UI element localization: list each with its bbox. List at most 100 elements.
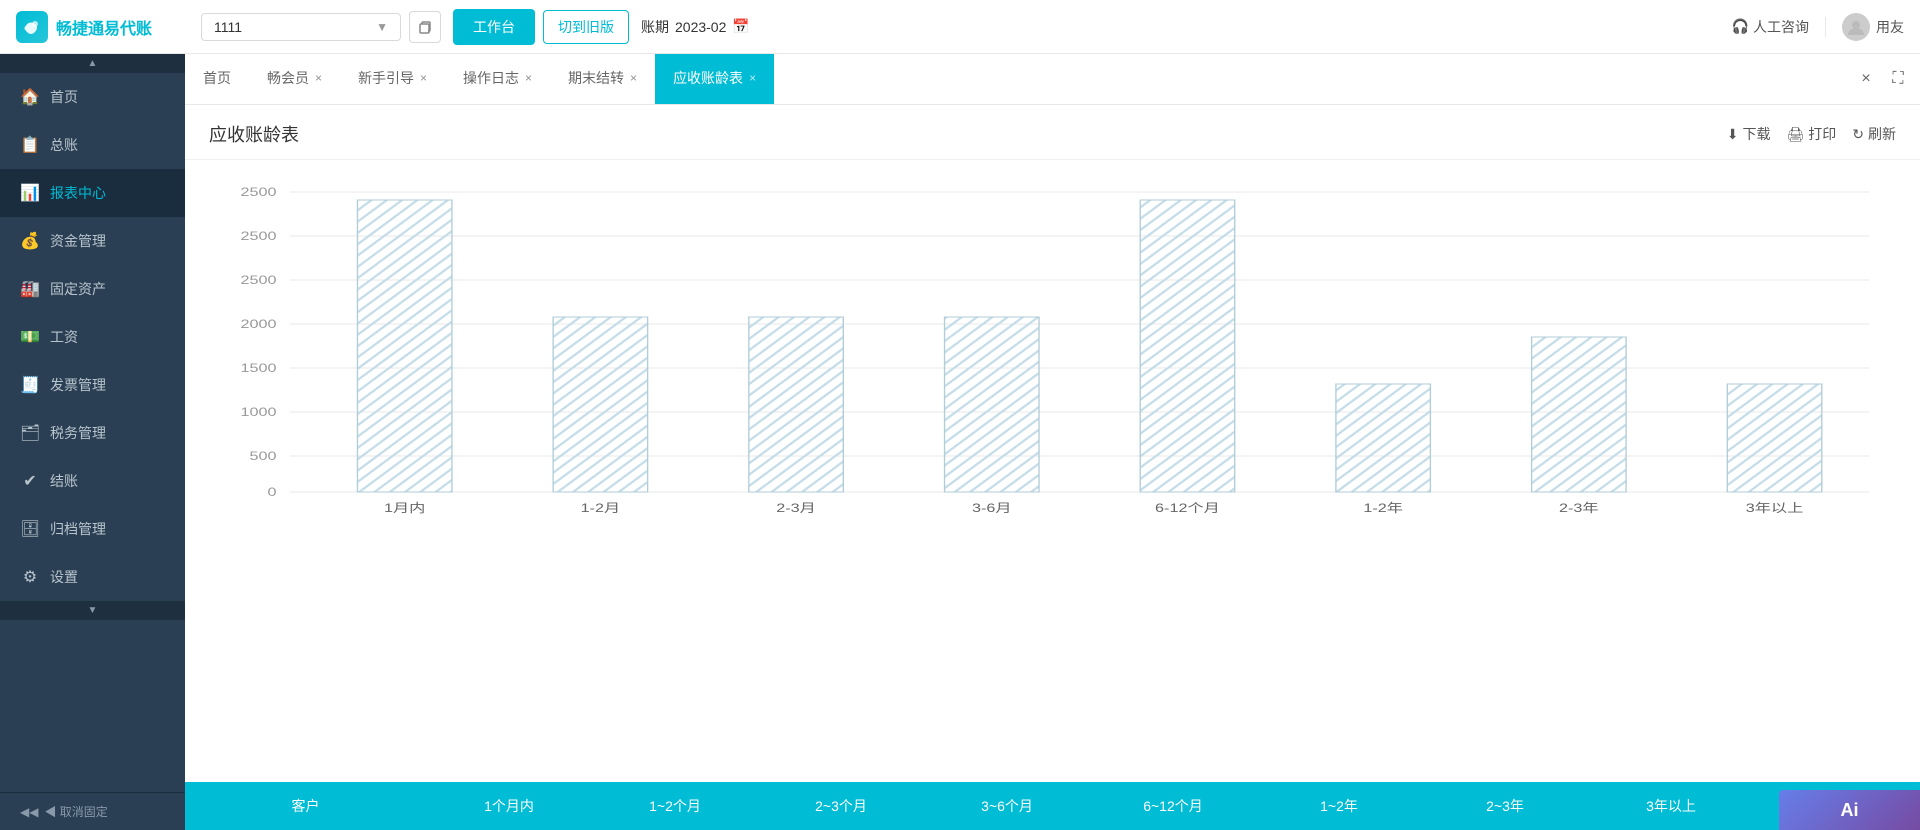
window-expand-button[interactable]: ⛶	[1884, 65, 1912, 93]
table-col-2-3y: 2~3年	[1422, 796, 1588, 816]
table-col-customer: 客户	[185, 796, 426, 816]
ledger-icon: 📋	[20, 135, 40, 155]
page-title: 应收账龄表	[209, 121, 299, 147]
tab-member[interactable]: 畅会员 ×	[249, 54, 340, 104]
sidebar-label-home: 首页	[50, 87, 78, 107]
period-value: 2023-02	[675, 19, 726, 35]
consultation-label: 人工咨询	[1753, 17, 1809, 37]
sidebar-item-ledger[interactable]: 📋 总账	[0, 121, 185, 169]
table-header: 客户 1个月内 1~2个月 2~3个月 3~6个月 6~12个月 1~2年 2~…	[185, 782, 1920, 830]
sidebar-item-payroll[interactable]: 💵 工资	[0, 313, 185, 361]
svg-text:3-6月: 3-6月	[972, 502, 1012, 515]
tab-guide[interactable]: 新手引导 ×	[340, 54, 445, 104]
content-area: 首页 畅会员 × 新手引导 × 操作日志 × 期末结转 × 应收账龄表 ×	[185, 54, 1920, 830]
copy-button[interactable]	[409, 11, 441, 43]
table-col-6-12m: 6~12个月	[1090, 796, 1256, 816]
company-name: 1111	[214, 19, 368, 35]
archive-icon: 🗄	[20, 519, 40, 539]
sidebar-item-tax[interactable]: 🗂 税务管理	[0, 409, 185, 457]
home-icon: 🏠	[20, 87, 40, 107]
tab-home-label: 首页	[203, 68, 231, 88]
sidebar-item-closing[interactable]: ✔ 结账	[0, 457, 185, 505]
table-col-3-6m: 3~6个月	[924, 796, 1090, 816]
sidebar-item-reports[interactable]: 📊 报表中心	[0, 169, 185, 217]
company-selector[interactable]: 1111 ▼	[201, 13, 401, 41]
page-content: 应收账龄表 ⬇ 下载 🖨 打印 ↻ 刷新	[185, 105, 1920, 830]
chart-container: 2500 2500 2500 2000 1500 1000 500 0	[185, 160, 1920, 782]
table-col-1-2y: 1~2年	[1256, 796, 1422, 816]
sidebar-item-funds[interactable]: 💰 资金管理	[0, 217, 185, 265]
svg-text:2000: 2000	[240, 318, 276, 331]
avatar	[1842, 13, 1870, 41]
ai-badge[interactable]: Ai	[1779, 790, 1920, 830]
svg-text:1-2年: 1-2年	[1363, 501, 1403, 515]
logo-area: 畅捷通易代账	[16, 11, 201, 43]
tabs-bar: 首页 畅会员 × 新手引导 × 操作日志 × 期末结转 × 应收账龄表 ×	[185, 54, 1920, 105]
sidebar-item-archive[interactable]: 🗄 归档管理	[0, 505, 185, 553]
refresh-button[interactable]: ↻ 刷新	[1852, 124, 1896, 144]
table-col-1m: 1个月内	[426, 796, 592, 816]
divider	[1825, 17, 1826, 37]
print-button[interactable]: 🖨 打印	[1786, 124, 1836, 144]
tabs-actions: × ⛶	[1852, 65, 1920, 93]
print-label: 打印	[1808, 124, 1836, 144]
tab-member-close[interactable]: ×	[315, 72, 322, 84]
invoices-icon: 🧾	[20, 375, 40, 395]
sidebar-scroll-down[interactable]: ▼	[0, 601, 185, 620]
logo-text: 畅捷通易代账	[56, 15, 152, 39]
download-icon: ⬇	[1727, 126, 1739, 143]
table-col-2-3m: 2~3个月	[758, 796, 924, 816]
tab-period-end[interactable]: 期末结转 ×	[550, 54, 655, 104]
table-col-1-2m: 1~2个月	[592, 796, 758, 816]
sidebar-item-invoices[interactable]: 🧾 发票管理	[0, 361, 185, 409]
tab-oplog-close[interactable]: ×	[525, 72, 532, 84]
settings-icon: ⚙	[20, 567, 40, 587]
svg-text:0: 0	[267, 486, 276, 499]
tab-home[interactable]: 首页	[185, 54, 249, 104]
chevron-down-icon: ▼	[376, 20, 388, 34]
download-label: 下载	[1742, 124, 1770, 144]
download-button[interactable]: ⬇ 下载	[1727, 124, 1771, 144]
tab-aging[interactable]: 应收账龄表 ×	[655, 54, 774, 104]
cancel-fixed-button[interactable]: ◀◀ ◀ 取消固定	[0, 792, 185, 830]
refresh-icon: ↻	[1852, 126, 1864, 143]
sidebar-item-settings[interactable]: ⚙ 设置	[0, 553, 185, 601]
tab-guide-close[interactable]: ×	[420, 72, 427, 84]
tax-icon: 🗂	[20, 423, 40, 443]
sidebar-item-home[interactable]: 🏠 首页	[0, 73, 185, 121]
workbench-button[interactable]: 工作台	[453, 9, 535, 45]
sidebar: ▲ 🏠 首页 📋 总账 📊 报表中心 💰 资金管理 🏭 固定资产 💵 工资 🧾 …	[0, 54, 185, 830]
svg-text:6-12个月: 6-12个月	[1155, 501, 1220, 515]
table-col-3y-plus: 3年以上	[1588, 796, 1754, 816]
period-label: 账期	[641, 17, 669, 37]
sidebar-label-settings: 设置	[50, 567, 78, 587]
top-header: 畅捷通易代账 1111 ▼ 工作台 切到旧版 账期 2023-02 📅 🎧 人工…	[0, 0, 1920, 54]
sidebar-item-assets[interactable]: 🏭 固定资产	[0, 265, 185, 313]
user-info[interactable]: 用友	[1842, 13, 1904, 41]
page-header: 应收账龄表 ⬇ 下载 🖨 打印 ↻ 刷新	[185, 105, 1920, 160]
svg-text:2500: 2500	[240, 274, 276, 287]
tab-member-label: 畅会员	[267, 68, 309, 88]
funds-icon: 💰	[20, 231, 40, 251]
cancel-fixed-label: ◀ 取消固定	[44, 803, 107, 820]
window-close-button[interactable]: ×	[1852, 65, 1880, 93]
tab-guide-label: 新手引导	[358, 68, 414, 88]
user-name: 用友	[1876, 17, 1904, 37]
svg-text:2-3年: 2-3年	[1559, 501, 1599, 515]
sidebar-label-tax: 税务管理	[50, 423, 106, 443]
sidebar-label-closing: 结账	[50, 471, 78, 491]
aging-chart: 2500 2500 2500 2000 1500 1000 500 0	[209, 172, 1896, 532]
calendar-icon[interactable]: 📅	[732, 18, 749, 35]
refresh-label: 刷新	[1868, 124, 1896, 144]
svg-text:3年以上: 3年以上	[1746, 501, 1804, 515]
svg-text:500: 500	[249, 450, 276, 463]
consultation-link[interactable]: 🎧 人工咨询	[1732, 17, 1809, 37]
tab-aging-close[interactable]: ×	[749, 72, 756, 84]
sidebar-label-reports: 报表中心	[50, 183, 106, 203]
tab-oplog[interactable]: 操作日志 ×	[445, 54, 550, 104]
sidebar-scroll-up[interactable]: ▲	[0, 54, 185, 73]
switch-version-button[interactable]: 切到旧版	[543, 10, 629, 44]
svg-text:1500: 1500	[240, 362, 276, 375]
svg-text:1-2月: 1-2月	[581, 502, 621, 515]
tab-period-end-close[interactable]: ×	[630, 72, 637, 84]
